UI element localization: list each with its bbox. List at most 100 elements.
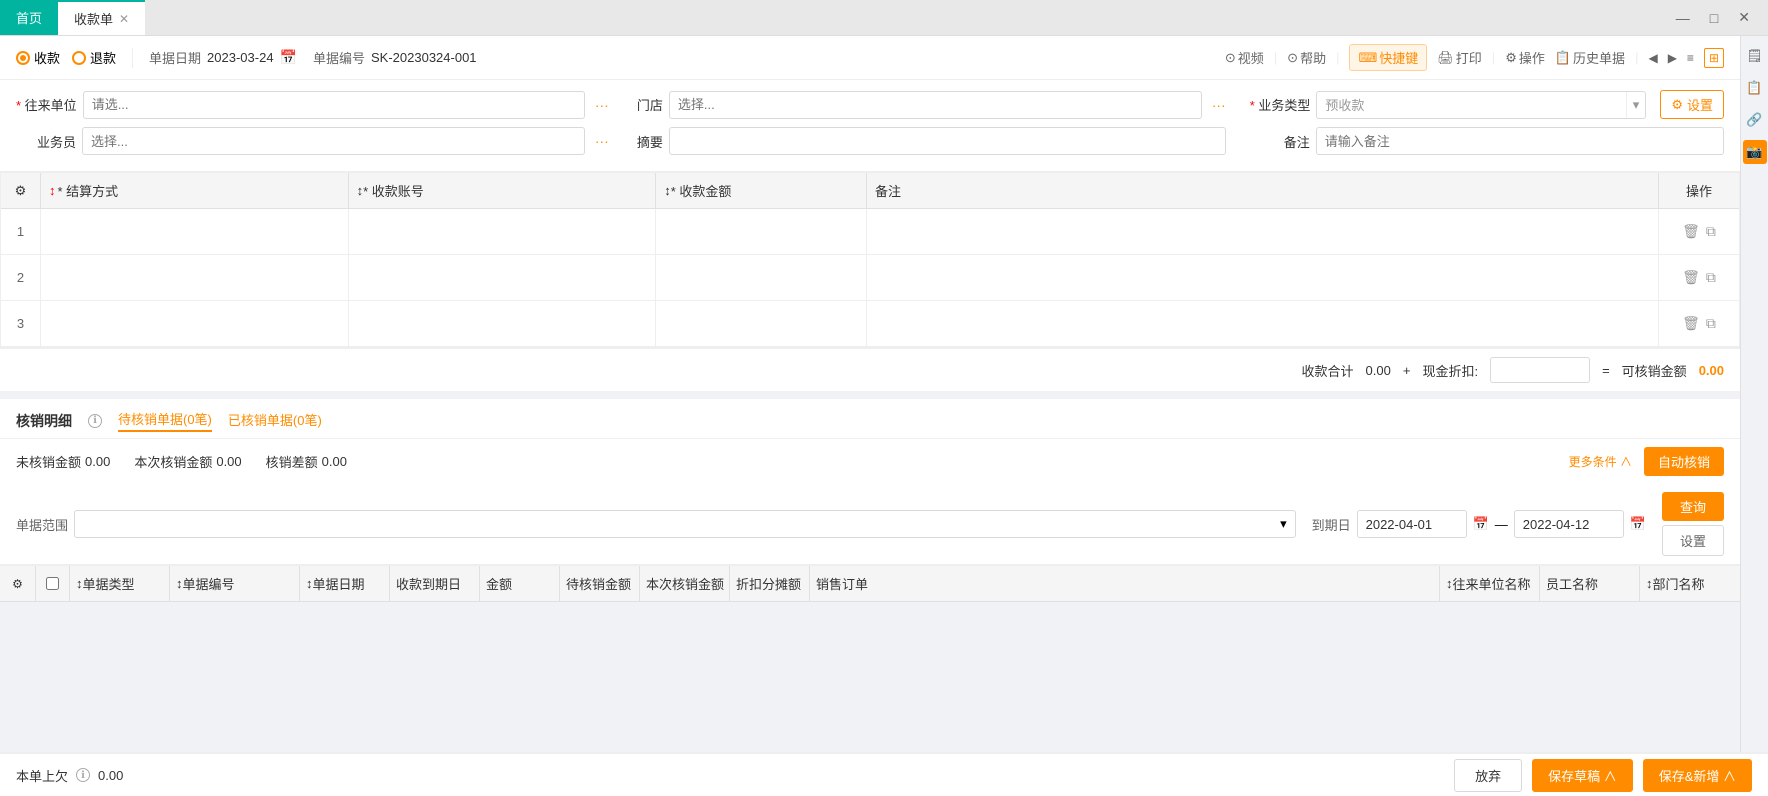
auto-hexiao-button[interactable]: 自动核销	[1644, 447, 1724, 476]
mendian-more-icon[interactable]: ···	[1212, 97, 1226, 113]
save-draft-button[interactable]: 保存草稿 ∧	[1532, 759, 1633, 792]
grid-icon[interactable]: ⊞	[1704, 48, 1724, 68]
laiwai-more-icon[interactable]: ···	[595, 97, 609, 113]
td-remark-1[interactable]	[867, 209, 1659, 254]
help-label: 帮助	[1300, 48, 1326, 67]
td-shoukuan-2[interactable]	[349, 255, 657, 300]
benci-field: 本次核销金额 0.00	[134, 452, 241, 471]
copy-icon-1[interactable]: ⧉	[1706, 223, 1716, 240]
delete-icon-1[interactable]: 🗑	[1682, 223, 1700, 240]
select-all-checkbox[interactable]	[46, 577, 59, 590]
yewuyuan-more-icon[interactable]: ···	[595, 133, 609, 149]
calendar-from-icon[interactable]: 📅	[1473, 516, 1489, 532]
chaer-value: 0.00	[322, 454, 347, 469]
laiwai-input[interactable]	[83, 91, 585, 119]
c9-label: 销售订单	[816, 574, 868, 593]
sidebar-link-icon[interactable]: 🔗	[1743, 108, 1767, 132]
help-icon: ⊙	[1287, 50, 1298, 66]
mendian-input[interactable]	[669, 91, 1202, 119]
radio-tuidan[interactable]: 退款	[72, 48, 116, 67]
more-conditions-link[interactable]: 更多条件 ∧	[1569, 453, 1632, 470]
bth-c10: ↕ 往来单位名称	[1440, 566, 1540, 601]
ops-icon: ⚙	[1505, 50, 1517, 66]
bth-settings[interactable]: ⚙	[0, 566, 36, 601]
shortcut-link[interactable]: ⌨ 快捷键	[1349, 44, 1427, 71]
maximize-button[interactable]: □	[1704, 8, 1724, 28]
hexiao-info-row: 未核销金额 0.00 本次核销金额 0.00 核销差额 0.00 更多条件 ∧ …	[0, 439, 1740, 484]
td-shoukuan-1[interactable]	[349, 209, 657, 254]
tab-home[interactable]: 首页	[0, 0, 58, 35]
xianjin-input[interactable]	[1490, 357, 1590, 383]
main-toolbar: 收款 退款 单据日期 2023-03-24 📅 单据编号 SK-20230324…	[0, 36, 1740, 80]
close-window-button[interactable]: ✕	[1732, 7, 1756, 28]
keyboard-icon: ⌨	[1358, 50, 1377, 66]
next-icon[interactable]: ▶	[1668, 51, 1677, 65]
settings-button[interactable]: ⚙ 设置	[1660, 90, 1724, 119]
c3-label: 单据日期	[313, 574, 365, 593]
sidebar-camera-icon[interactable]: 📸	[1743, 140, 1767, 164]
td-jiesuan-1[interactable]	[41, 209, 349, 254]
hexiao-info-icon[interactable]: ℹ	[88, 414, 102, 428]
amount-label: * 收款金额	[671, 181, 732, 200]
filter-settings-button[interactable]: 设置	[1662, 525, 1724, 556]
table-row: 3 🗑 ⧉	[1, 301, 1739, 347]
yewu-select[interactable]: 预收款 ▾	[1316, 91, 1646, 119]
discard-button[interactable]: 放弃	[1454, 759, 1522, 792]
help-link[interactable]: ⊙ 帮助	[1287, 48, 1326, 67]
query-button[interactable]: 查询	[1662, 492, 1724, 521]
range-filter-label: 单据范围	[16, 515, 68, 534]
delete-icon-3[interactable]: 🗑	[1682, 315, 1700, 332]
copy-icon-2[interactable]: ⧉	[1706, 269, 1716, 286]
table-header: ⚙ ↕ * 结算方式 ↕ * 收款账号 ↕ * 收款金额 备注 操作	[1, 173, 1739, 209]
prev-icon[interactable]: ◀	[1648, 51, 1657, 65]
copy-icon-3[interactable]: ⧉	[1706, 315, 1716, 332]
print-link[interactable]: 🖨 打印	[1437, 48, 1482, 67]
yewuyuan-input[interactable]	[82, 127, 585, 155]
minimize-button[interactable]: —	[1670, 8, 1696, 28]
td-amount-3[interactable]	[656, 301, 867, 346]
date-field-label: 单据日期	[149, 48, 201, 67]
save-new-button[interactable]: 保存&新增 ∧	[1643, 759, 1752, 792]
zhaiyao-label: 摘要	[633, 132, 663, 151]
zhaiyao-input[interactable]	[669, 127, 1226, 155]
calendar-icon[interactable]: 📅	[280, 49, 297, 66]
weihexiao-field: 未核销金额 0.00	[16, 452, 110, 471]
summary-row: 收款合计 0.00 + 现金折扣: = 可核销金额 0.00	[0, 348, 1740, 391]
sidebar-list-icon[interactable]: 📋	[1743, 76, 1767, 100]
td-jiesuan-3[interactable]	[41, 301, 349, 346]
radio-shoukuan[interactable]: 收款	[16, 48, 60, 67]
range-filter-select[interactable]: ▾	[74, 510, 1296, 538]
ops-link[interactable]: ⚙ 操作	[1505, 48, 1545, 67]
tab-shoukuan[interactable]: 收款单 ✕	[58, 0, 145, 35]
range-filter-field: 单据范围 ▾	[16, 510, 1296, 538]
video-link[interactable]: ⊙ 视频	[1225, 48, 1264, 67]
close-icon[interactable]: ✕	[119, 12, 129, 26]
td-remark-2[interactable]	[867, 255, 1659, 300]
td-remark-3[interactable]	[867, 301, 1659, 346]
th-shoukuan: ↕ * 收款账号	[349, 173, 657, 208]
jiesuan-label: * 结算方式	[58, 181, 119, 200]
shoukuan-label: * 收款账号	[363, 181, 424, 200]
history-link[interactable]: 📋 历史单据	[1555, 48, 1625, 67]
remark-label: 备注	[875, 181, 901, 200]
gear-icon: ⚙	[1671, 97, 1683, 113]
ops-label: 操作	[1519, 48, 1545, 67]
th-settings[interactable]: ⚙	[1, 173, 41, 208]
hexiao-tab-done[interactable]: 已核销单据(0笔)	[228, 410, 322, 431]
bth-checkbox[interactable]	[36, 566, 70, 601]
date-from-input[interactable]	[1357, 510, 1467, 538]
date-to-input[interactable]	[1514, 510, 1624, 538]
td-jiesuan-2[interactable]	[41, 255, 349, 300]
mendian-label: 门店	[633, 95, 663, 114]
calendar-to-icon[interactable]: 📅	[1630, 516, 1646, 532]
sidebar-note-icon[interactable]: 🗒	[1743, 44, 1767, 68]
hexiao-tab-pending[interactable]: 待核销单据(0笔)	[118, 409, 212, 432]
td-amount-1[interactable]	[656, 209, 867, 254]
beizhu-input[interactable]	[1316, 127, 1724, 155]
delete-icon-2[interactable]: 🗑	[1682, 269, 1700, 286]
td-amount-2[interactable]	[656, 255, 867, 300]
radio-dot-tuidan	[72, 51, 86, 65]
benshang-info-icon[interactable]: ℹ	[76, 768, 90, 782]
list-icon[interactable]: ≡	[1687, 51, 1694, 65]
td-shoukuan-3[interactable]	[349, 301, 657, 346]
